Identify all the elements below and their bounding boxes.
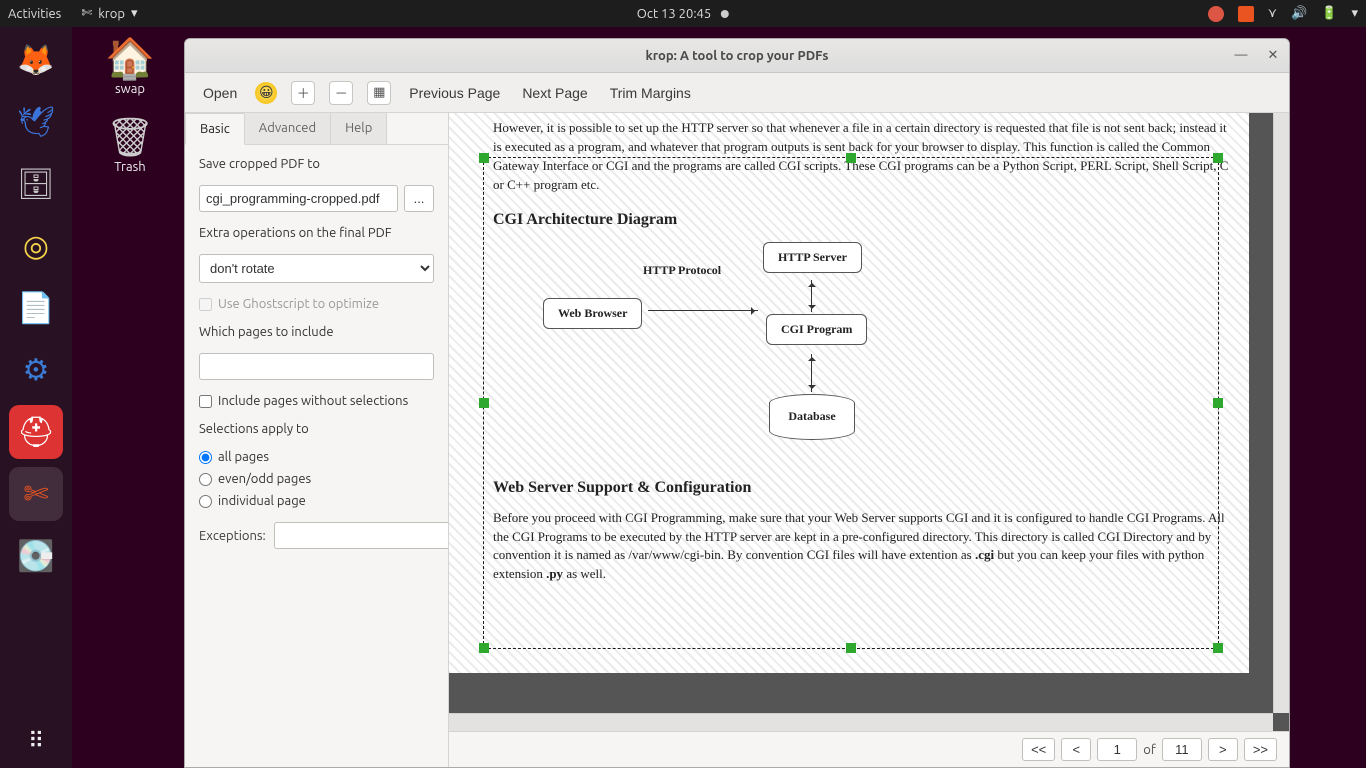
crop-handle-se[interactable] [1213, 643, 1223, 653]
home-icon: 🏠 [105, 35, 155, 82]
dock-help-icon[interactable]: ⛑ [9, 405, 63, 459]
dock-writer-icon[interactable]: 📄 [9, 281, 63, 335]
exceptions-label: Exceptions: [199, 529, 266, 543]
radio-individual-input[interactable] [199, 495, 212, 508]
crop-handle-nw[interactable] [479, 153, 489, 163]
clock[interactable]: Oct 13 20:45 [637, 7, 711, 21]
crop-handle-w[interactable] [479, 398, 489, 408]
zoom-out-button[interactable]: － [329, 81, 353, 105]
next-page-button[interactable]: > [1208, 738, 1238, 761]
scrollbar-vertical[interactable] [1273, 113, 1289, 713]
side-panel: Basic Advanced Help Save cropped PDF to … [185, 113, 449, 767]
tab-help[interactable]: Help [331, 112, 387, 144]
desktop-icons: 🏠 swap 🗑 Trash [90, 35, 170, 174]
chevron-down-icon: ▾ [131, 6, 138, 21]
radio-even-odd[interactable]: even/odd pages [199, 472, 434, 486]
selections-apply-label: Selections apply to [199, 422, 434, 436]
topbar-app-name: krop [98, 7, 125, 21]
activities-button[interactable]: Activities [8, 7, 61, 21]
next-page-button[interactable]: Next Page [518, 82, 591, 104]
titlebar: krop: A tool to crop your PDFs — ✕ [185, 39, 1289, 73]
ghostscript-checkbox[interactable]: Use Ghostscript to optimize [199, 297, 434, 311]
which-pages-label: Which pages to include [199, 325, 434, 339]
radio-individual[interactable]: individual page [199, 494, 434, 508]
ghostscript-checkbox-input[interactable] [199, 298, 212, 311]
dock-rhythmbox-icon[interactable]: ◎ [9, 219, 63, 273]
scissors-icon: ✄ [81, 6, 92, 21]
chevron-down-icon[interactable]: ▾ [1351, 6, 1358, 21]
pdf-preview[interactable]: However, it is possible to set up the HT… [449, 113, 1289, 731]
tabs: Basic Advanced Help [185, 112, 448, 145]
dock: 🦊 🕊 🗄 ◎ 📄 ⚙ ⛑ ✄ 💽 ⠿ [0, 27, 72, 768]
exceptions-input[interactable] [274, 522, 448, 549]
basic-panel: Save cropped PDF to Extra operations on … [185, 145, 448, 561]
trash-icon: 🗑 [106, 116, 154, 160]
include-no-selection-label: Include pages without selections [218, 394, 408, 408]
crop-handle-s[interactable] [846, 643, 856, 653]
desktop-icon-label: swap [115, 82, 145, 96]
ghostscript-label: Use Ghostscript to optimize [218, 297, 379, 311]
include-no-selection-checkbox-input[interactable] [199, 395, 212, 408]
tab-basic[interactable]: Basic [185, 113, 245, 145]
first-page-button[interactable]: << [1022, 738, 1055, 761]
desktop-swap-icon[interactable]: 🏠 swap [90, 35, 170, 96]
save-label: Save cropped PDF to [199, 157, 434, 171]
desktop-icon-label: Trash [114, 160, 145, 174]
zoom-in-button[interactable]: ＋ [291, 81, 315, 105]
status-icon-2[interactable] [1238, 6, 1254, 22]
scrollbar-horizontal[interactable] [449, 713, 1273, 731]
radio-even-odd-input[interactable] [199, 473, 212, 486]
crop-handle-ne[interactable] [1213, 153, 1223, 163]
status-icon-1[interactable] [1208, 6, 1224, 22]
page-number-input[interactable] [1097, 738, 1137, 761]
dock-software-icon[interactable]: ⚙ [9, 343, 63, 397]
wifi-icon[interactable]: ⋎ [1268, 6, 1278, 21]
which-pages-input[interactable] [199, 353, 434, 380]
crop-handle-n[interactable] [846, 153, 856, 163]
desktop-trash-icon[interactable]: 🗑 Trash [90, 116, 170, 174]
volume-icon[interactable]: 🔊 [1291, 6, 1307, 21]
previous-page-button[interactable]: Previous Page [405, 82, 504, 104]
battery-icon[interactable]: 🔋 [1321, 6, 1337, 21]
crop-handle-e[interactable] [1213, 398, 1223, 408]
radio-all-pages[interactable]: all pages [199, 450, 434, 464]
paginator: << < of > >> [449, 731, 1289, 767]
browse-button[interactable] [404, 185, 434, 212]
radio-label: individual page [218, 494, 306, 508]
last-page-button[interactable]: >> [1244, 738, 1277, 761]
trim-margins-button[interactable]: Trim Margins [606, 82, 695, 104]
pdf-page: However, it is possible to set up the HT… [449, 113, 1249, 673]
dock-disk-icon[interactable]: 💽 [9, 529, 63, 583]
open-button[interactable]: Open [199, 82, 241, 104]
prev-page-button[interactable]: < [1061, 738, 1091, 761]
toolbar: Open 😀 ＋ － ▦ Previous Page Next Page Tri… [185, 73, 1289, 113]
dock-firefox-icon[interactable]: 🦊 [9, 33, 63, 87]
dock-apps-icon[interactable]: ⠿ [9, 714, 63, 768]
radio-label: all pages [218, 450, 269, 464]
window-title: krop: A tool to crop your PDFs [646, 49, 829, 63]
gnome-topbar: Activities ✄ krop ▾ Oct 13 20:45 ⋎ 🔊 🔋 ▾ [0, 0, 1366, 27]
radio-all-pages-input[interactable] [199, 451, 212, 464]
crop-handle-sw[interactable] [479, 643, 489, 653]
notification-dot-icon [721, 10, 729, 18]
radio-label: even/odd pages [218, 472, 311, 486]
total-pages-display [1162, 738, 1202, 761]
preview-area: However, it is possible to set up the HT… [449, 113, 1289, 767]
include-no-selection-checkbox[interactable]: Include pages without selections [199, 394, 434, 408]
crop-rectangle[interactable] [483, 157, 1219, 649]
fit-page-button[interactable]: ▦ [367, 81, 391, 105]
rotate-select[interactable]: don't rotate [199, 254, 434, 283]
extra-ops-label: Extra operations on the final PDF [199, 226, 434, 240]
dock-krop-icon[interactable]: ✄ [9, 467, 63, 521]
topbar-app-menu[interactable]: ✄ krop ▾ [81, 6, 137, 21]
of-label: of [1143, 743, 1156, 757]
filename-input[interactable] [199, 185, 398, 212]
emoji-face-icon[interactable]: 😀 [255, 82, 277, 104]
krop-window: krop: A tool to crop your PDFs — ✕ Open … [184, 38, 1290, 768]
tab-advanced[interactable]: Advanced [245, 112, 331, 144]
minimize-button[interactable]: — [1231, 45, 1251, 65]
dock-files-icon[interactable]: 🗄 [9, 157, 63, 211]
close-button[interactable]: ✕ [1263, 45, 1283, 65]
dock-thunderbird-icon[interactable]: 🕊 [9, 95, 63, 149]
